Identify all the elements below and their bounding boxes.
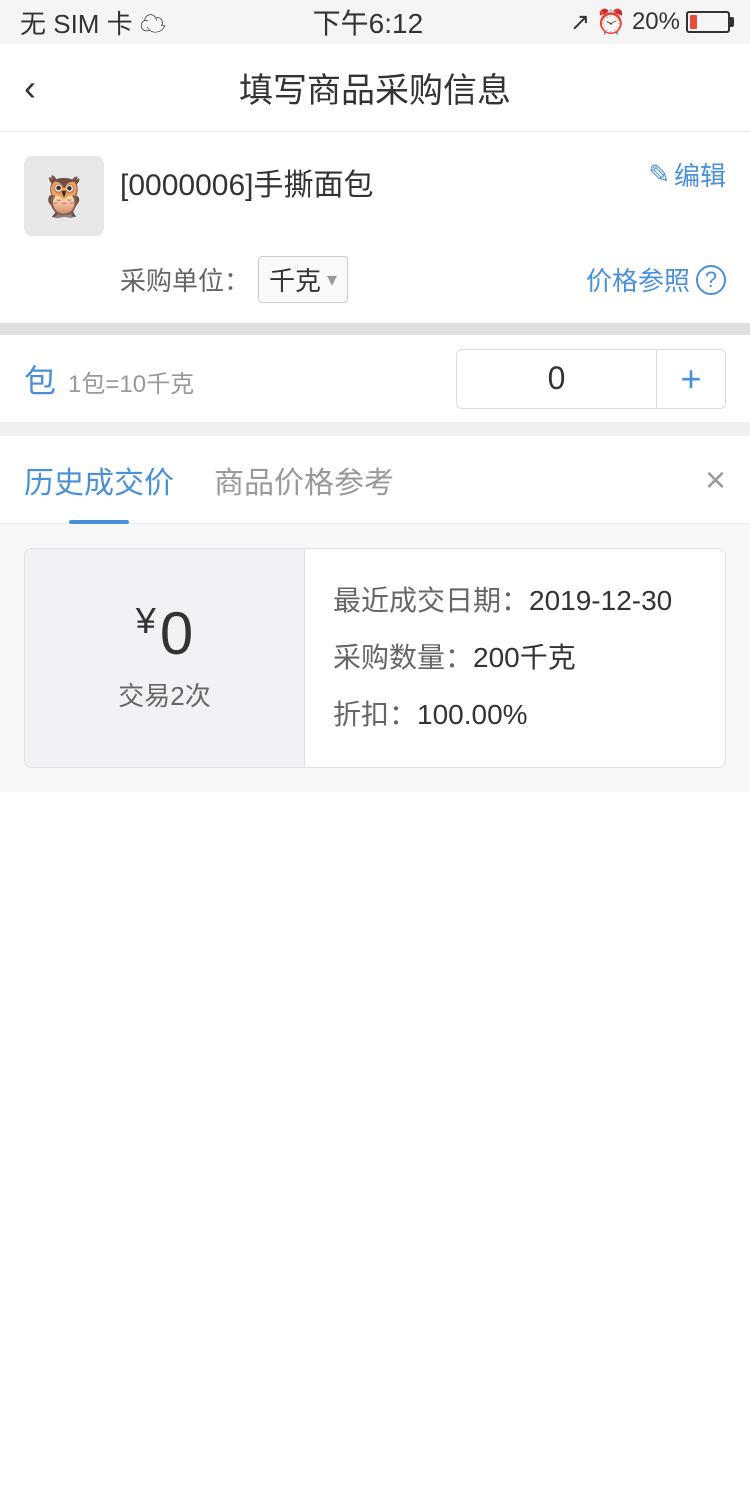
main-content-area <box>0 792 750 1492</box>
unit-dropdown-icon: ▾ <box>327 267 337 292</box>
tab-product-price-ref-label: 商品价格参考 <box>214 458 394 502</box>
status-right: ↗ ⏰ 20% <box>570 8 730 37</box>
recent-date-row: 最近成交日期：2019-12-30 <box>333 581 697 620</box>
discount-row: 折扣：100.00% <box>333 695 697 734</box>
product-logo-icon: 🦉 <box>39 173 89 220</box>
quantity-input[interactable] <box>456 349 656 409</box>
edit-label: 编辑 <box>674 156 726 193</box>
quantity-right: + <box>456 349 726 409</box>
product-thumbnail: 🦉 <box>24 156 104 236</box>
price-right-panel: 最近成交日期：2019-12-30 采购数量：200千克 折扣：100.00% <box>305 549 725 767</box>
discount-label: 折扣： <box>333 699 417 730</box>
product-card: 🦉 [0000006]手撕面包 ✎ 编辑 采购单位： 千克 ▾ 价格参照 ? <box>0 132 750 323</box>
yuan-sign: ¥ <box>136 600 156 641</box>
section-divider <box>0 323 750 335</box>
page-header: ‹ 填写商品采购信息 <box>0 44 750 132</box>
edit-icon: ✎ <box>648 159 670 190</box>
product-top-row: 🦉 [0000006]手撕面包 ✎ 编辑 <box>24 156 726 236</box>
price-ref-label: 价格参照 <box>586 261 690 298</box>
status-time: 下午6:12 <box>313 2 424 42</box>
unit-select[interactable]: 千克 ▾ <box>258 256 348 303</box>
quantity-left: 包 1包=10千克 <box>24 356 194 402</box>
product-name: [0000006]手撕面包 <box>120 156 373 204</box>
price-card-area: ¥0 交易2次 最近成交日期：2019-12-30 采购数量：200千克 折扣：… <box>0 524 750 792</box>
tab-section: 历史成交价 商品价格参考 × ¥0 交易2次 最近成交日期：2019-12-30… <box>0 435 750 792</box>
status-left: 无 SIM 卡 ☁ <box>20 4 166 41</box>
status-bar: 无 SIM 卡 ☁ 下午6:12 ↗ ⏰ 20% <box>0 0 750 44</box>
location-icon: ↗ <box>570 8 590 37</box>
tab-close-button[interactable]: × <box>705 459 726 501</box>
price-card: ¥0 交易2次 最近成交日期：2019-12-30 采购数量：200千克 折扣：… <box>24 548 726 768</box>
recent-date-value: 2019-12-30 <box>529 585 672 616</box>
tab-history-price-label: 历史成交价 <box>24 458 174 502</box>
tab-product-price-ref[interactable]: 商品价格参考 <box>214 436 394 524</box>
price-ref-button[interactable]: 价格参照 ? <box>586 261 726 298</box>
alarm-icon: ⏰ <box>596 8 626 37</box>
battery-icon <box>686 11 730 33</box>
page-title: 填写商品采购信息 <box>239 63 511 112</box>
quantity-plus-button[interactable]: + <box>656 349 726 409</box>
tab-list: 历史成交价 商品价格参考 <box>24 436 394 524</box>
quantity-conversion: 1包=10千克 <box>68 364 194 399</box>
unit-label: 采购单位： <box>120 261 250 298</box>
quantity-unit-label: 包 <box>24 356 56 402</box>
purchase-qty-label: 采购数量： <box>333 642 473 673</box>
price-ref-help-icon[interactable]: ? <box>696 265 726 295</box>
unit-value: 千克 <box>269 261 321 298</box>
purchase-qty-value: 200千克 <box>473 642 576 673</box>
tab-header: 历史成交价 商品价格参考 × <box>0 436 750 524</box>
discount-value: 100.00% <box>417 699 528 730</box>
quantity-row: 包 1包=10千克 + <box>0 335 750 423</box>
price-amount: ¥0 <box>136 603 193 664</box>
price-left-panel: ¥0 交易2次 <box>25 549 305 767</box>
tab-history-price[interactable]: 历史成交价 <box>24 436 174 524</box>
price-trade-count: 交易2次 <box>118 676 210 713</box>
edit-button[interactable]: ✎ 编辑 <box>648 156 726 193</box>
product-left: 🦉 [0000006]手撕面包 <box>24 156 373 236</box>
purchase-qty-row: 采购数量：200千克 <box>333 638 697 677</box>
price-value: 0 <box>160 600 193 667</box>
back-button[interactable]: ‹ <box>24 67 36 109</box>
battery-percent: 20% <box>632 8 680 36</box>
sim-status: 无 SIM 卡 ☁ <box>20 4 166 41</box>
unit-row: 采购单位： 千克 ▾ 价格参照 ? <box>120 256 726 303</box>
recent-date-label: 最近成交日期： <box>333 585 529 616</box>
battery-fill <box>690 15 697 29</box>
